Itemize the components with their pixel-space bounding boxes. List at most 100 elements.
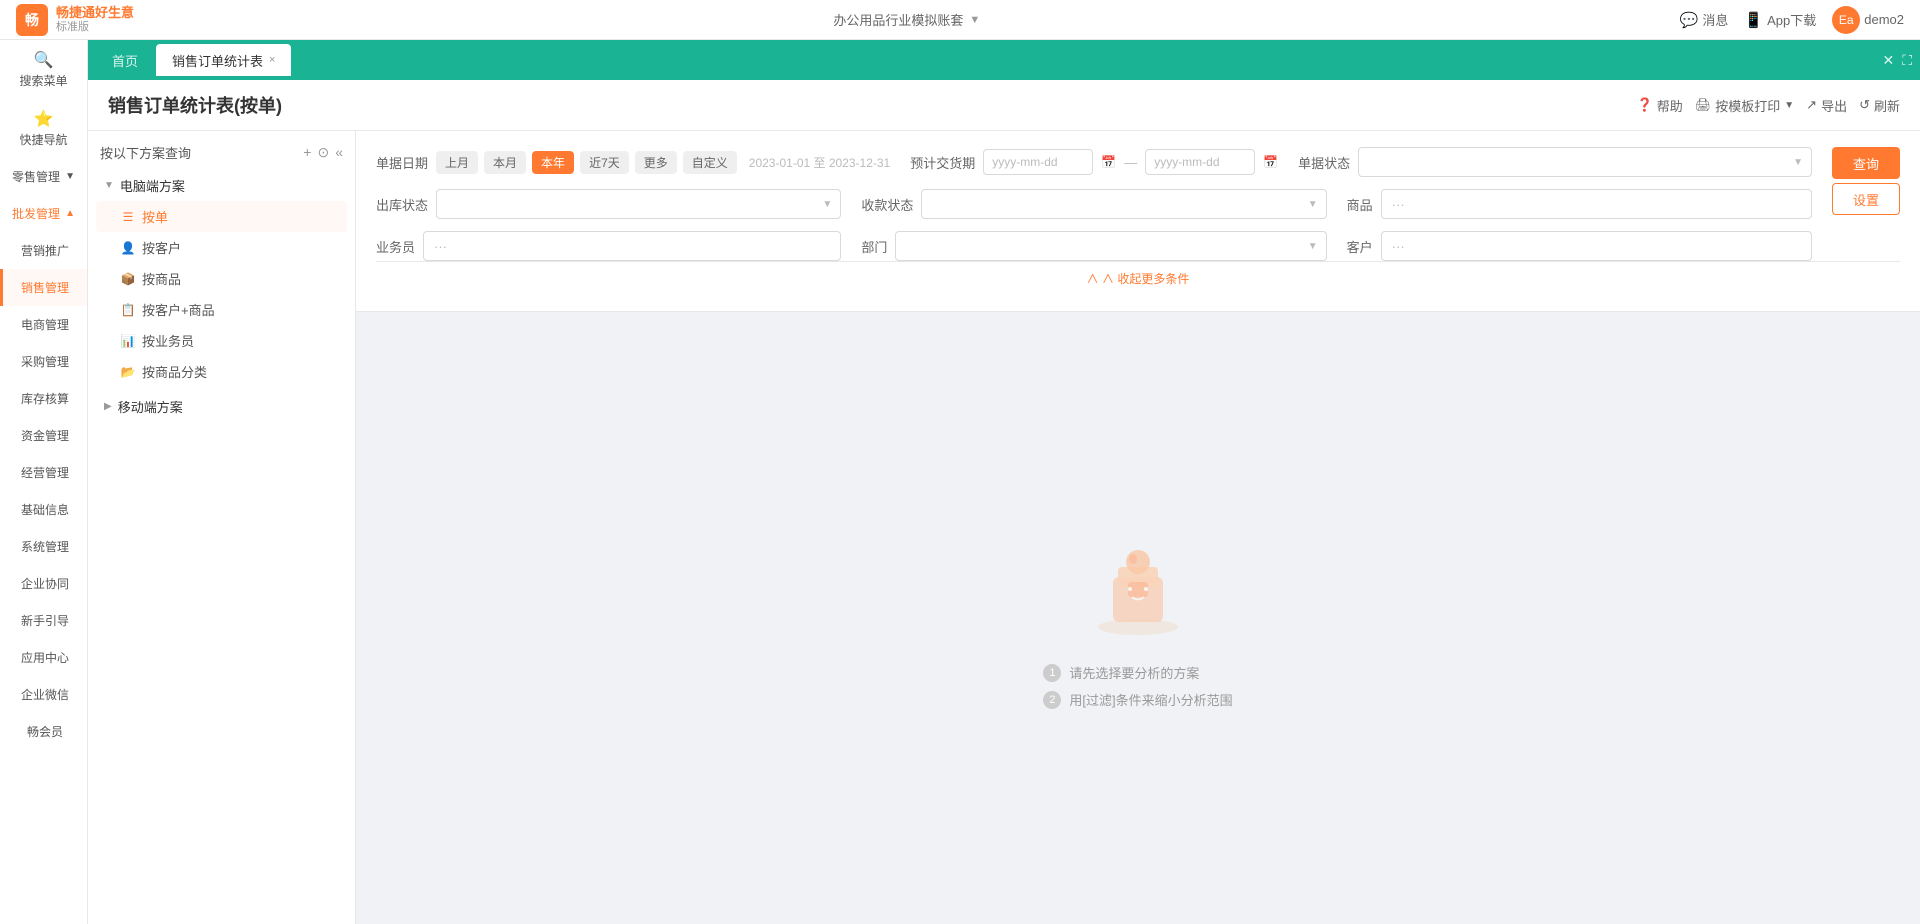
sidebar-item-enterprise[interactable]: 企业协同 [0,565,87,602]
export-btn[interactable]: ↗ 导出 [1806,96,1847,115]
department-dropdown-icon: ▼ [1308,241,1318,252]
by-customer-icon: 👤 [120,240,136,256]
export-icon: ↗ [1806,97,1817,113]
sidebar-item-purchase[interactable]: 采购管理 [0,343,87,380]
date-btn-last-month[interactable]: 上月 [436,151,478,174]
page-title: 销售订单统计表(按单) [108,92,282,130]
collapse-icon: ∧ [1087,272,1099,286]
workspace-selector[interactable]: 办公用品行业模拟账套 ▼ [833,10,980,29]
by-salesman-icon: 📊 [120,333,136,349]
query-btn[interactable]: 查询 [1832,147,1900,179]
topbar-right: 💬 消息 📱 App下载 Ea demo2 [1680,6,1904,34]
date-filter-label: 单据日期 [376,153,428,172]
sidebar-item-marketing[interactable]: 营销推广 [0,232,87,269]
plan-group-mobile: ▶ 移动端方案 [96,391,347,422]
retail-arrow-icon: ▼ [65,171,75,182]
user-menu[interactable]: Ea demo2 [1832,6,1904,34]
plan-item-by-goods[interactable]: 📦 按商品 [96,263,347,294]
plan-item-by-order[interactable]: ☰ 按单 [96,201,347,232]
sidebar-item-retail[interactable]: 零售管理 ▼ [0,158,87,195]
sidebar-item-member[interactable]: 畅会员 [0,713,87,750]
page-actions: ❓ 帮助 🖨 按模板打印 ▼ ↗ 导出 ↺ 刷新 [1637,96,1900,127]
sidebar-item-corpwechat[interactable]: 企业微信 [0,676,87,713]
filter-area: 单据日期 上月 本月 本年 近7天 更多 自定义 [356,131,1920,312]
tab-maximize-btn[interactable]: ⛶ [1902,52,1912,69]
department-select[interactable]: ▼ [895,231,1326,261]
tip-text-1: 请先选择要分析的方案 [1069,663,1199,682]
date-filter: 上月 本月 本年 近7天 更多 自定义 [436,151,737,174]
collapse-bar[interactable]: ∧ ∧ 收起更多条件 [376,261,1900,295]
tab-home[interactable]: 首页 [96,44,154,76]
date-btn-7days[interactable]: 近7天 [580,151,629,174]
filter-row-3: 业务员 ··· 部门 ▼ [376,231,1812,261]
sidebar: 🔍 搜索菜单 ⭐ 快捷导航 零售管理 ▼ 批发管理 ▲ 营销推广 销售管理 电商… [0,40,88,924]
expected-date-to-input[interactable] [1145,149,1255,175]
calendar-to-icon[interactable]: 📅 [1263,155,1278,169]
calendar-from-icon[interactable]: 📅 [1101,155,1116,169]
sidebar-item-operations[interactable]: 经营管理 [0,454,87,491]
date-btn-this-year[interactable]: 本年 [532,151,574,174]
sidebar-item-sales[interactable]: 销售管理 [0,269,87,306]
plan-settings-btn[interactable]: ⊙ [317,144,329,161]
salesman-filter-label: 业务员 [376,237,415,256]
date-btn-this-month[interactable]: 本月 [484,151,526,174]
delivery-status-select[interactable]: ▼ [436,189,841,219]
sidebar-item-basic[interactable]: 基础信息 [0,491,87,528]
date-btn-custom[interactable]: 自定义 [683,151,737,174]
tabbar-actions: ✕ ⛶ [1882,52,1912,69]
filter-settings-btn[interactable]: 设置 [1832,183,1900,215]
filter-delivery-status-item: 出库状态 ▼ [376,189,841,219]
sidebar-item-newbie[interactable]: 新手引导 [0,602,87,639]
sidebar-item-inventory[interactable]: 库存核算 [0,380,87,417]
plan-group-mobile-header[interactable]: ▶ 移动端方案 [96,391,347,422]
goods-select[interactable]: ··· [1381,189,1812,219]
plan-item-by-category[interactable]: 📂 按商品分类 [96,356,347,387]
customer-select[interactable]: ··· [1381,231,1812,261]
messages-btn[interactable]: 💬 消息 [1680,10,1729,29]
sidebar-item-finance[interactable]: 资金管理 [0,417,87,454]
sidebar-item-system[interactable]: 系统管理 [0,528,87,565]
empty-tip-2: 2 用[过滤]条件来缩小分析范围 [1043,690,1232,709]
add-plan-btn[interactable]: + [303,144,311,161]
expected-date-from-input[interactable] [983,149,1093,175]
tip-num-2: 2 [1043,691,1061,709]
by-customer-goods-icon: 📋 [120,302,136,318]
status-select[interactable]: ▼ [1358,147,1812,177]
tab-close-all-btn[interactable]: ✕ [1882,52,1894,69]
sidebar-item-ecommerce[interactable]: 电商管理 [0,306,87,343]
refresh-btn[interactable]: ↺ 刷新 [1859,96,1900,115]
plan-item-by-salesman[interactable]: 📊 按业务员 [96,325,347,356]
sidebar-search[interactable]: 🔍 搜索菜单 [0,40,87,99]
app-download-btn[interactable]: 📱 App下载 [1744,10,1816,29]
filter-goods-item: 商品 ··· [1347,189,1812,219]
plan-item-by-customer-goods[interactable]: 📋 按客户+商品 [96,294,347,325]
tab-active-label: 销售订单统计表 [172,51,263,70]
plan-group-pc-header[interactable]: ▼ 电脑端方案 [96,170,347,201]
avatar: Ea [1832,6,1860,34]
topbar: 畅 畅捷通好生意 标准版 办公用品行业模拟账套 ▼ 💬 消息 📱 App下载 E… [0,0,1920,40]
sidebar-quicknav[interactable]: ⭐ 快捷导航 [0,99,87,158]
tab-close-btn[interactable]: × [269,54,275,66]
plan-item-by-customer[interactable]: 👤 按客户 [96,232,347,263]
payment-dropdown-icon: ▼ [1308,199,1318,210]
empty-tips: 1 请先选择要分析的方案 2 用[过滤]条件来缩小分析范围 [1043,663,1232,709]
panel-collapse-btn[interactable]: « [335,144,343,161]
tab-sales-statistics[interactable]: 销售订单统计表 × [156,44,291,76]
print-btn[interactable]: 🖨 按模板打印 ▼ [1695,96,1794,115]
help-btn[interactable]: ❓ 帮助 [1637,96,1683,115]
date-btn-more[interactable]: 更多 [635,151,677,174]
delivery-status-label: 出库状态 [376,195,428,214]
status-filter-label: 单据状态 [1298,153,1350,172]
sidebar-item-appcenter[interactable]: 应用中心 [0,639,87,676]
filter-row-2: 出库状态 ▼ 收款状态 [376,189,1812,219]
left-panel-title: 按以下方案查询 [100,143,191,162]
query-btn-group: 查询 设置 [1832,147,1900,215]
filter-expected-date-item: 预计交货期 📅 — 📅 [910,149,1278,175]
filter-salesman-item: 业务员 ··· [376,231,841,261]
salesman-select[interactable]: ··· [423,231,841,261]
payment-status-select[interactable]: ▼ [921,189,1326,219]
by-category-icon: 📂 [120,364,136,380]
sidebar-item-wholesale[interactable]: 批发管理 ▲ [0,195,87,232]
by-goods-icon: 📦 [120,271,136,287]
workspace-dropdown-icon[interactable]: ▼ [969,14,980,26]
